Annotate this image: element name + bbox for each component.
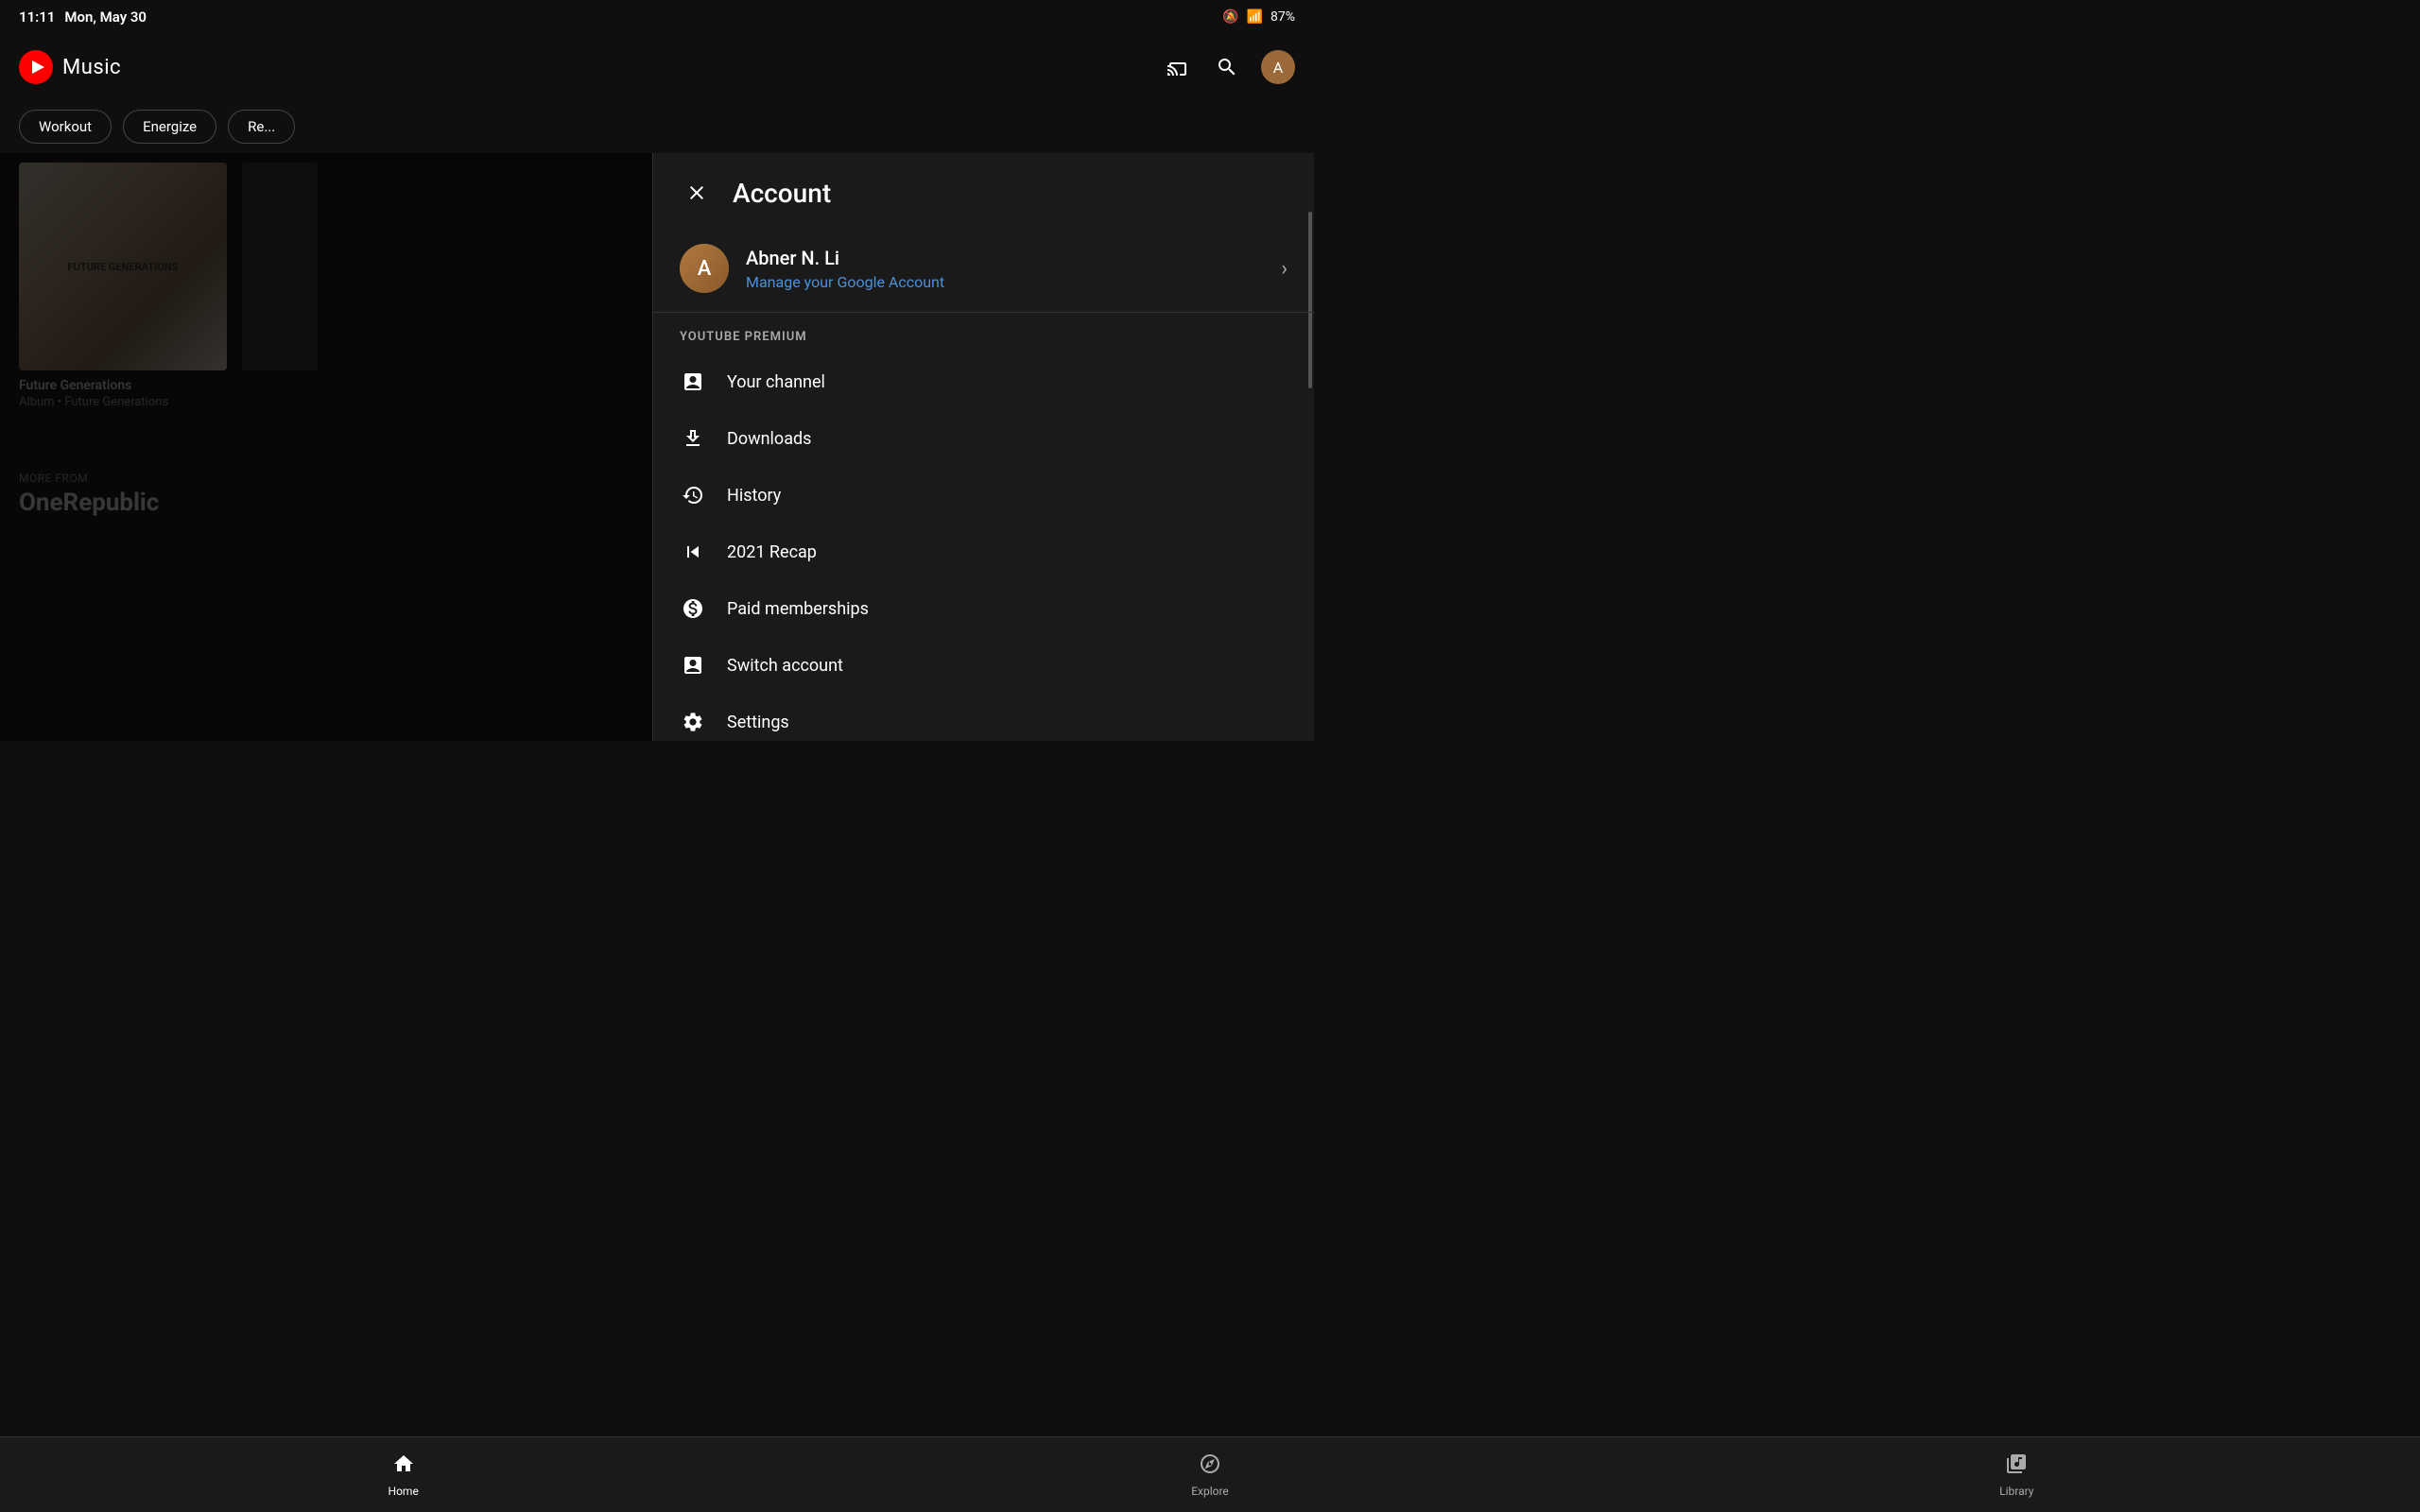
history-icon	[680, 482, 706, 508]
close-button[interactable]	[680, 176, 714, 210]
channel-label: Your channel	[727, 372, 825, 392]
home-icon	[392, 1452, 415, 1481]
library-label: Library	[1999, 1485, 2033, 1498]
menu-settings[interactable]: Settings	[653, 694, 1314, 741]
menu-recap[interactable]: 2021 Recap	[653, 524, 1314, 580]
home-label: Home	[389, 1485, 419, 1498]
yt-music-logo	[19, 50, 53, 84]
user-avatar: A	[680, 244, 729, 293]
manage-account-link[interactable]: Manage your Google Account	[746, 273, 944, 291]
yt-premium-label: YOUTUBE PREMIUM	[653, 313, 1314, 353]
bottom-nav: Home Explore Library	[0, 1436, 2420, 1512]
paid-memberships-label: Paid memberships	[727, 599, 869, 619]
account-overlay: Account A Abner N. Li Manage your Google…	[0, 153, 1314, 741]
settings-label: Settings	[727, 713, 789, 732]
library-icon	[2005, 1452, 2028, 1481]
downloads-label: Downloads	[727, 429, 811, 449]
history-label: History	[727, 486, 781, 506]
settings-icon	[680, 709, 706, 735]
header-actions: A	[1163, 50, 1295, 84]
menu-history[interactable]: History	[653, 467, 1314, 524]
panel-title: Account	[733, 178, 831, 209]
user-section[interactable]: A Abner N. Li Manage your Google Account…	[653, 229, 1314, 313]
menu-switch-account[interactable]: Switch account	[653, 637, 1314, 694]
wifi-icon: 📶	[1247, 9, 1263, 25]
user-name: Abner N. Li	[746, 247, 1281, 269]
channel-icon	[680, 369, 706, 395]
app-name: Music	[62, 56, 121, 79]
account-avatar-button[interactable]: A	[1261, 50, 1295, 84]
switch-account-label: Switch account	[727, 656, 843, 676]
panel-header: Account	[653, 153, 1314, 229]
paid-icon	[680, 595, 706, 622]
chips-row: Workout Energize Re...	[0, 100, 1314, 153]
switch-account-icon	[680, 652, 706, 679]
recap-icon	[680, 539, 706, 565]
status-right: 🔕 📶 87%	[1222, 9, 1295, 25]
status-date: Mon, May 30	[64, 9, 147, 26]
app-header: Music A	[0, 34, 1314, 100]
logo-area: Music	[19, 50, 1163, 84]
menu-your-channel[interactable]: Your channel	[653, 353, 1314, 410]
chip-relax[interactable]: Re...	[228, 110, 295, 144]
explore-label: Explore	[1191, 1485, 1229, 1498]
nav-explore[interactable]: Explore	[806, 1437, 1613, 1512]
mute-icon: 🔕	[1222, 9, 1238, 25]
menu-downloads[interactable]: Downloads	[653, 410, 1314, 467]
chip-energize[interactable]: Energize	[123, 110, 216, 144]
status-time: 11:11	[19, 9, 55, 26]
nav-library[interactable]: Library	[1614, 1437, 2420, 1512]
chip-workout[interactable]: Workout	[19, 110, 112, 144]
main-area: FUTURE GENERATIONS Future Generations Al…	[0, 153, 1314, 741]
nav-home[interactable]: Home	[0, 1437, 806, 1512]
explore-icon	[1199, 1452, 1221, 1481]
menu-paid-memberships[interactable]: Paid memberships	[653, 580, 1314, 637]
account-panel: Account A Abner N. Li Manage your Google…	[652, 153, 1314, 741]
user-chevron-icon: ›	[1281, 257, 1288, 281]
recap-label: 2021 Recap	[727, 542, 817, 562]
user-info: Abner N. Li Manage your Google Account	[746, 247, 1281, 291]
status-bar: 11:11 Mon, May 30 🔕 📶 87%	[0, 0, 1314, 34]
overlay-backdrop[interactable]	[0, 153, 652, 741]
download-icon	[680, 425, 706, 452]
search-button[interactable]	[1212, 52, 1242, 82]
cast-button[interactable]	[1163, 52, 1193, 82]
battery-icon: 87%	[1270, 9, 1295, 25]
